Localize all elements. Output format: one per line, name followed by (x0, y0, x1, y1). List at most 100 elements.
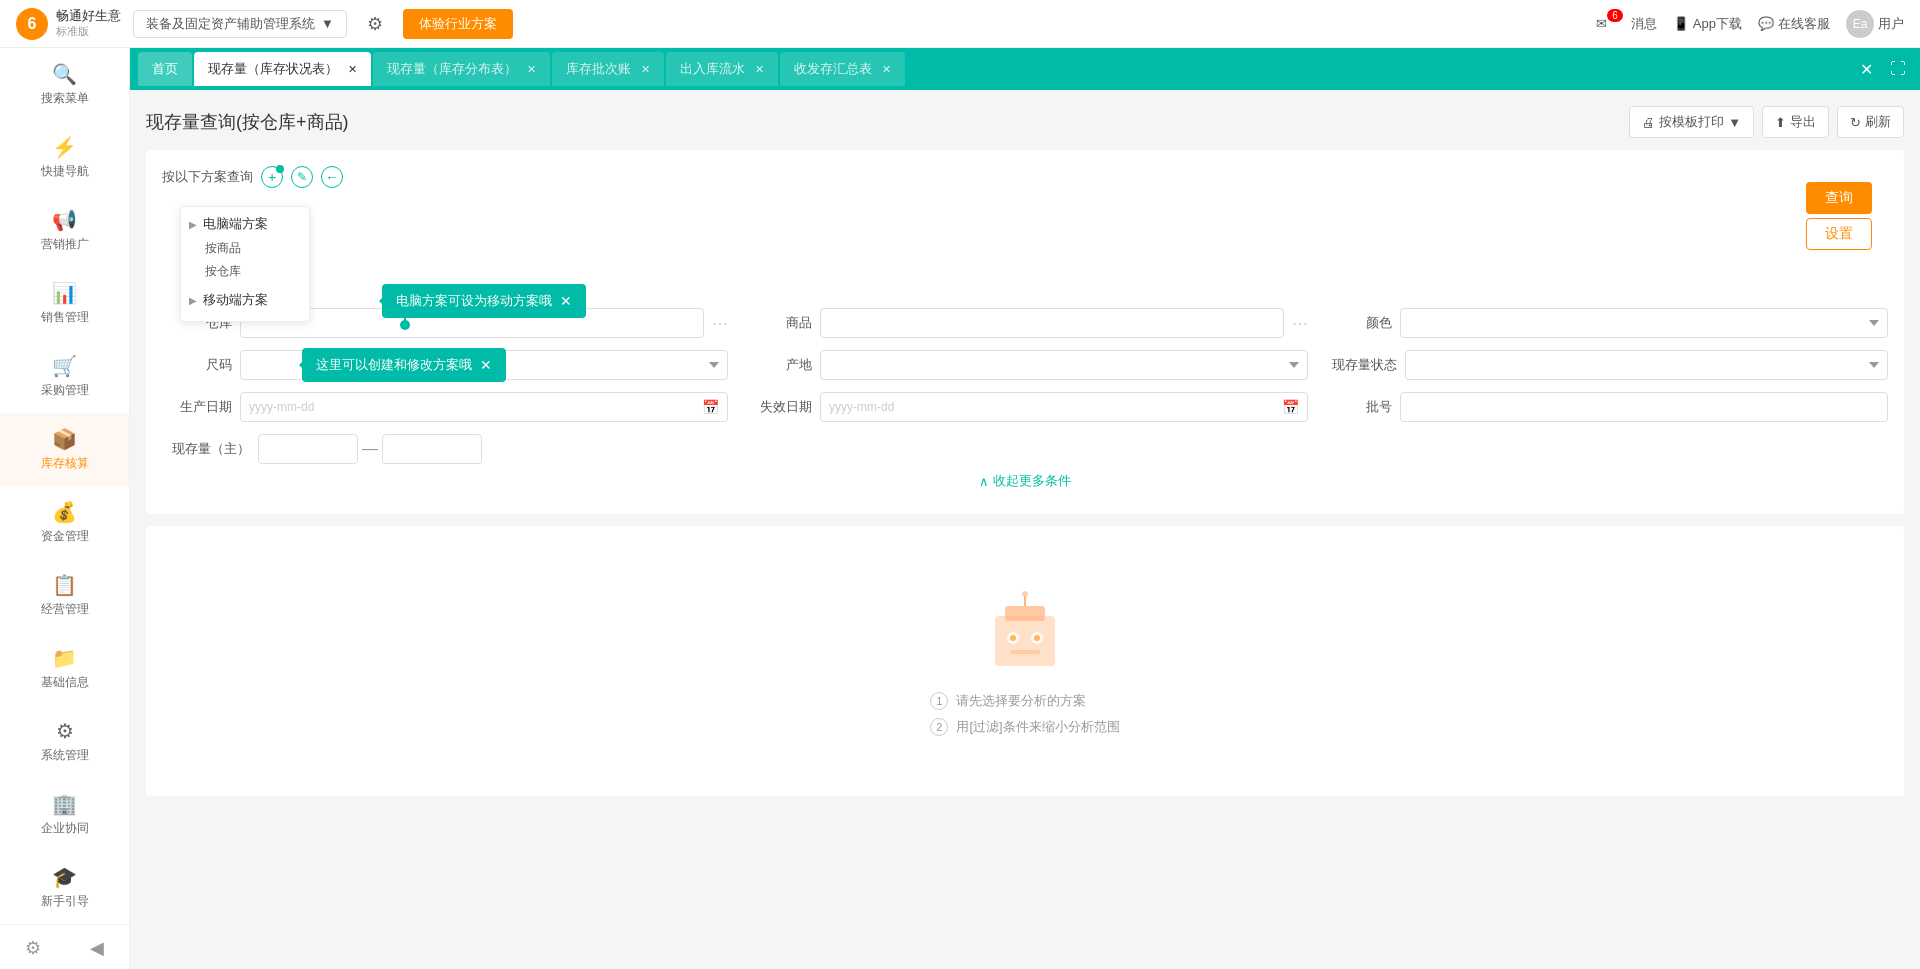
plan-desktop-children: 按商品 按仓库 (181, 237, 309, 283)
basic-info-icon: 📁 (52, 646, 77, 670)
online-service-button[interactable]: 💬 在线客服 (1758, 15, 1830, 33)
sidebar-item-sales[interactable]: 📊 销售管理 (0, 267, 129, 340)
tab-home-label: 首页 (152, 60, 178, 78)
tab-close-all-button[interactable]: ✕ (1852, 55, 1880, 83)
enterprise-icon: 🏢 (52, 792, 77, 816)
sidebar-item-system[interactable]: ⚙ 系统管理 (0, 705, 129, 778)
stock-status-label: 现存量状态 (1332, 356, 1397, 374)
purchase-icon: 🛒 (52, 354, 77, 378)
stock-qty-range: — (258, 434, 482, 464)
sidebar-item-inventory[interactable]: 📦 库存核算 (0, 413, 129, 486)
sidebar-item-purchase[interactable]: 🛒 采购管理 (0, 340, 129, 413)
plan-mobile-arrow: ▶ (189, 295, 197, 306)
print-template-button[interactable]: 🖨 按模板打印 ▼ (1629, 106, 1754, 138)
stock-qty-min-input[interactable] (258, 434, 358, 464)
step-1-num: 1 (930, 692, 948, 710)
sidebar-label-marketing: 营销推广 (41, 236, 89, 253)
sidebar-item-marketing[interactable]: 📢 营销推广 (0, 194, 129, 267)
export-button[interactable]: ⬆ 导出 (1762, 106, 1829, 138)
sidebar-settings-button[interactable]: ⚙ (13, 925, 53, 969)
sidebar-collapse-button[interactable]: ◀ (78, 925, 116, 969)
tab-in-out-flow-close[interactable]: ✕ (755, 63, 764, 76)
sidebar-item-operations[interactable]: 📋 经营管理 (0, 559, 129, 632)
tab-inventory-dist[interactable]: 现存量（库存分布表） ✕ (373, 52, 550, 86)
refresh-icon: ↻ (1850, 115, 1861, 130)
tab-inventory-status-close[interactable]: ✕ (348, 63, 357, 76)
stock-status-select[interactable] (1405, 350, 1888, 380)
sidebar-item-search-menu[interactable]: 🔍 搜索菜单 (0, 48, 129, 121)
plan-section-mobile: ▶ 移动端方案 (181, 287, 309, 313)
goods-dots[interactable]: ⋯ (1292, 314, 1308, 333)
sidebar-label-sales: 销售管理 (41, 309, 89, 326)
step-2-text: 用[过滤]条件来缩小分析范围 (956, 718, 1119, 736)
sidebar-item-guide[interactable]: 🎓 新手引导 (0, 851, 129, 924)
sidebar-label-enterprise: 企业协同 (41, 820, 89, 837)
tab-inventory-dist-label: 现存量（库存分布表） (387, 60, 517, 78)
tab-home[interactable]: 首页 (138, 52, 192, 86)
goods-input[interactable] (820, 308, 1284, 338)
tab-collect-summary[interactable]: 收发存汇总表 ✕ (780, 52, 905, 86)
origin-field: 产地 (752, 350, 1308, 380)
stock-qty-field: 现存量（主） — (172, 434, 482, 464)
page-title: 现存量查询(按仓库+商品) (146, 110, 349, 134)
tab-in-out-flow[interactable]: 出入库流水 ✕ (666, 52, 778, 86)
batch-input[interactable] (1400, 392, 1888, 422)
origin-select[interactable] (820, 350, 1308, 380)
user-area[interactable]: Ea 用户 (1846, 10, 1904, 38)
goods-field: 商品 ⋯ (752, 308, 1308, 338)
tab-batch-ledger[interactable]: 库存批次账 ✕ (552, 52, 664, 86)
industry-button[interactable]: 体验行业方案 (403, 9, 513, 39)
tab-inventory-status[interactable]: 现存量（库存状况表） ✕ (194, 52, 371, 86)
reset-button[interactable]: 设置 (1806, 218, 1872, 250)
tab-fullscreen-button[interactable]: ⛶ (1884, 55, 1912, 83)
system-selector[interactable]: 装备及固定资产辅助管理系统 ▼ (133, 10, 347, 38)
brand-name: 畅通好生意 (56, 8, 121, 25)
filter-back-button[interactable]: ← (321, 166, 343, 188)
color-select[interactable] (1400, 308, 1888, 338)
stock-status-field: 现存量状态 (1332, 350, 1888, 380)
plan-child-by-goods[interactable]: 按商品 (197, 237, 309, 260)
sidebar-item-finance[interactable]: 💰 资金管理 (0, 486, 129, 559)
production-date-label: 生产日期 (172, 398, 232, 416)
tooltip-popup-1: 电脑方案可设为移动方案哦 ✕ (382, 284, 586, 318)
sidebar-item-basic-info[interactable]: 📁 基础信息 (0, 632, 129, 705)
svg-point-8 (1022, 591, 1028, 597)
tab-collect-summary-close[interactable]: ✕ (882, 63, 891, 76)
print-label: 按模板打印 (1659, 113, 1724, 131)
expiry-date-input[interactable]: yyyy-mm-dd 📅 (820, 392, 1308, 422)
operations-icon: 📋 (52, 573, 77, 597)
filter-add-button[interactable]: + (261, 166, 283, 188)
plan-section-desktop-header[interactable]: ▶ 电脑端方案 (181, 211, 309, 237)
tooltip-2-close[interactable]: ✕ (480, 357, 492, 373)
search-button[interactable]: 查询 (1806, 182, 1872, 214)
tooltip-popup-2: 这里可以创建和修改方案哦 ✕ (302, 348, 506, 382)
expiry-date-field: 失效日期 yyyy-mm-dd 📅 (752, 392, 1308, 422)
header-left: 6 畅通好生意 标准版 装备及固定资产辅助管理系统 ▼ ⚙ 体验行业方案 (16, 8, 513, 40)
filter-edit-button[interactable]: ✎ (291, 166, 313, 188)
expiry-date-placeholder: yyyy-mm-dd (829, 400, 894, 414)
sidebar-label-purchase: 采购管理 (41, 382, 89, 399)
collapse-bar[interactable]: ∧ 收起更多条件 (162, 464, 1888, 498)
refresh-button[interactable]: ↻ 刷新 (1837, 106, 1904, 138)
warehouse-dots[interactable]: ⋯ (712, 314, 728, 333)
empty-step-1: 1 请先选择要分析的方案 (930, 692, 1119, 710)
gear-button[interactable]: ⚙ (359, 8, 391, 40)
step-2-num: 2 (930, 718, 948, 736)
message-button[interactable]: ✉ 6 消息 (1596, 15, 1657, 33)
sidebar-item-enterprise[interactable]: 🏢 企业协同 (0, 778, 129, 851)
system-icon: ⚙ (56, 719, 74, 743)
connector-dot-bottom (400, 320, 410, 330)
tooltip-1-close[interactable]: ✕ (560, 293, 572, 309)
empty-step-2: 2 用[过滤]条件来缩小分析范围 (930, 718, 1119, 736)
stock-qty-max-input[interactable] (382, 434, 482, 464)
tab-batch-ledger-close[interactable]: ✕ (641, 63, 650, 76)
sidebar-label-basic: 基础信息 (41, 674, 89, 691)
app-download-button[interactable]: 📱 App下载 (1673, 15, 1742, 33)
sidebar-item-quick-nav[interactable]: ⚡ 快捷导航 (0, 121, 129, 194)
tab-inventory-dist-close[interactable]: ✕ (527, 63, 536, 76)
plan-section-mobile-header[interactable]: ▶ 移动端方案 (181, 287, 309, 313)
plan-child-by-warehouse[interactable]: 按仓库 (197, 260, 309, 283)
production-date-input[interactable]: yyyy-mm-dd 📅 (240, 392, 728, 422)
system-name-label: 装备及固定资产辅助管理系统 (146, 15, 315, 33)
marketing-icon: 📢 (52, 208, 77, 232)
